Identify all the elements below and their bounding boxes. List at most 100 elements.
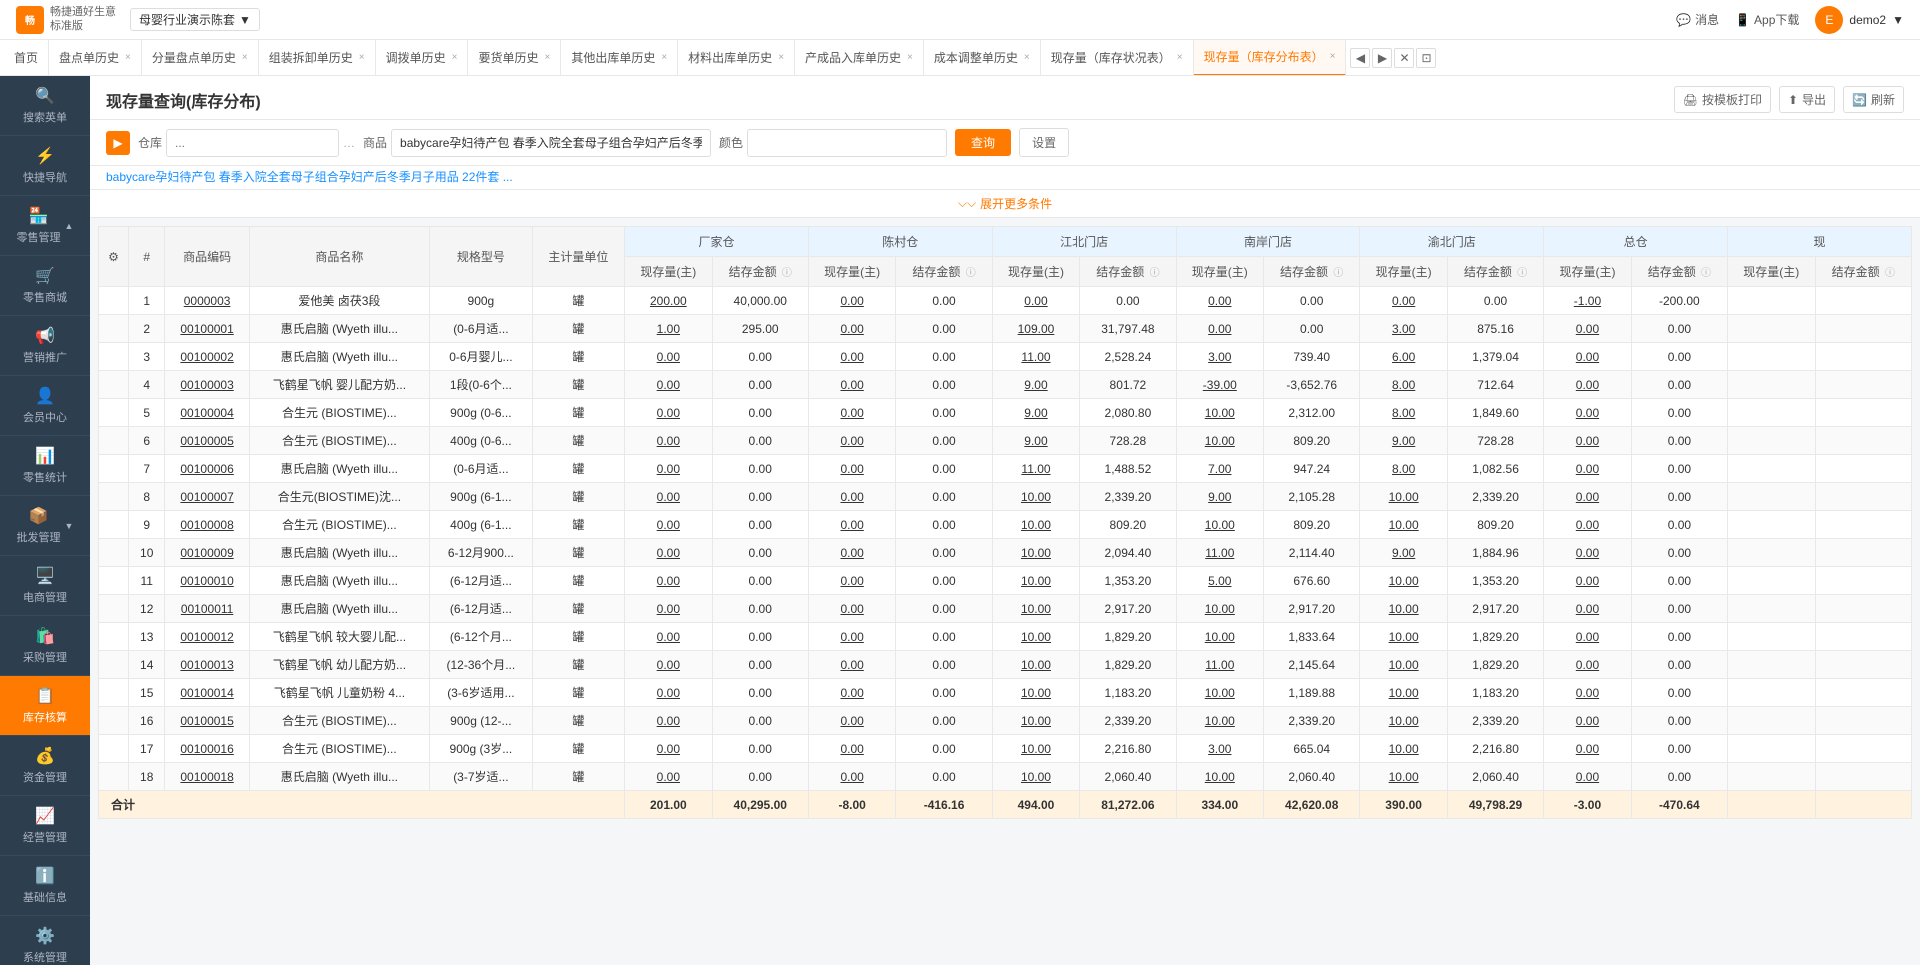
ecommerce-icon: 🖥️ — [35, 566, 55, 586]
goods-value-display: babycare孕妇待产包 春季入院全套母子组合孕妇产后冬季月子用品 22件套 … — [106, 170, 513, 184]
sidebar-item-retail-mgmt[interactable]: 🏪 零售管理 ▲ — [0, 196, 90, 256]
search-icon: 🔍 — [35, 86, 55, 106]
sidebar-item-operations[interactable]: 📈 经营管理 — [0, 796, 90, 856]
sidebar-item-finance[interactable]: 💰 资金管理 — [0, 736, 90, 796]
sidebar-item-ecommerce[interactable]: 🖥️ 电商管理 — [0, 556, 90, 616]
footer-jb-amt: 81,272.06 — [1080, 791, 1176, 819]
th-tot-amt: 结存金额 ⓘ — [1631, 257, 1727, 287]
retail-stats-icon: 📊 — [35, 446, 55, 466]
table-footer: 合计 201.00 40,295.00 -8.00 -416.16 494.00… — [99, 791, 1912, 819]
nav-arrows: ◀ ▶ ✕ ⊡ — [1346, 48, 1440, 68]
th-cur-amt: 结存金额 ⓘ — [1815, 257, 1911, 287]
th-nanan: 南岸门店 — [1176, 227, 1360, 257]
th-name: 商品名称 — [249, 227, 429, 287]
goods-filter: 商品 — [363, 129, 711, 157]
color-input[interactable] — [747, 129, 947, 157]
th-fac-amt: 结存金额 ⓘ — [712, 257, 808, 287]
user-area[interactable]: E demo2 ▼ — [1815, 6, 1904, 34]
th-jiangbei: 江北门店 — [992, 227, 1176, 257]
tab-stock-status[interactable]: 现存量（库存状况表） × — [1041, 40, 1194, 76]
marketing-icon: 📢 — [35, 326, 55, 346]
footer-cj-amt: -416.16 — [896, 791, 992, 819]
retail-mall-icon: 🛒 — [35, 266, 55, 286]
export-btn[interactable]: ⬆ 导出 — [1779, 86, 1835, 113]
footer-cj-qty: -8.00 — [808, 791, 896, 819]
sidebar-item-quick-nav[interactable]: ⚡ 快捷导航 — [0, 136, 90, 196]
expand-more-btn[interactable]: ⌵⌵ 展开更多条件 — [950, 193, 1060, 214]
tab-transfer[interactable]: 调拨单历史 × — [376, 40, 469, 76]
sidebar-item-basic-info[interactable]: ℹ️ 基础信息 — [0, 856, 90, 916]
tab-cost-adjust[interactable]: 成本调整单历史 × — [924, 40, 1041, 76]
expand-bar: ⌵⌵ 展开更多条件 — [90, 190, 1920, 218]
table-row: 6 00100005 合生元 (BIOSTIME)... 400g (0-6..… — [99, 427, 1912, 455]
filter-toggle-btn[interactable]: ▶ — [106, 131, 130, 155]
logo-text: 畅捷通好生意 标准版 — [50, 6, 116, 32]
table-row: 3 00100002 惠氏启脑 (Wyeth illu... 0-6月婴儿...… — [99, 343, 1912, 371]
nav-next[interactable]: ▶ — [1372, 48, 1392, 68]
th-chengjia: 陈村仓 — [808, 227, 992, 257]
tab-material-out[interactable]: 材料出库单历史 × — [678, 40, 795, 76]
app-download-btn[interactable]: 📱 App下载 — [1735, 11, 1799, 28]
table-row: 17 00100016 合生元 (BIOSTIME)... 900g (3岁..… — [99, 735, 1912, 763]
nav-prev[interactable]: ◀ — [1350, 48, 1370, 68]
sidebar-item-retail-stats[interactable]: 📊 零售统计 — [0, 436, 90, 496]
footer-jb-qty: 494.00 — [992, 791, 1080, 819]
sidebar-item-marketing[interactable]: 📢 营销推广 — [0, 316, 90, 376]
layout: 🔍 搜索英单 ⚡ 快捷导航 🏪 零售管理 ▲ 🛒 零售商城 📢 营销推广 👤 会… — [0, 76, 1920, 965]
industry-dropdown[interactable]: 母婴行业演示陈套 ▼ — [130, 8, 260, 31]
table-row: 11 00100010 惠氏启脑 (Wyeth illu... (6-12月适.… — [99, 567, 1912, 595]
warehouse-input[interactable] — [166, 129, 339, 157]
member-icon: 👤 — [35, 386, 55, 406]
message-btn[interactable]: 💬 消息 — [1676, 11, 1719, 28]
goods-input[interactable] — [391, 129, 711, 157]
tab-split-check[interactable]: 分量盘点单历史 × — [142, 40, 259, 76]
sidebar-item-purchase[interactable]: 🛍️ 采购管理 — [0, 616, 90, 676]
tab-product-in[interactable]: 产成品入库单历史 × — [795, 40, 924, 76]
filter-bar: ▶ 仓库 … 商品 颜色 查询 设置 — [90, 120, 1920, 166]
table-row: 8 00100007 合生元(BIOSTIME)沈... 900g (6-1..… — [99, 483, 1912, 511]
sidebar-item-search[interactable]: 🔍 搜索英单 — [0, 76, 90, 136]
tab-inventory-check[interactable]: 盘点单历史 × — [49, 40, 142, 76]
warehouse-dots[interactable]: … — [343, 136, 355, 150]
top-bar: 畅 畅捷通好生意 标准版 母婴行业演示陈套 ▼ 💬 消息 📱 App下载 E d… — [0, 0, 1920, 40]
table-row: 5 00100004 合生元 (BIOSTIME)... 900g (0-6..… — [99, 399, 1912, 427]
tab-stock-dist[interactable]: 现存量（库存分布表） × — [1194, 40, 1347, 76]
table-row: 7 00100006 惠氏启脑 (Wyeth illu... (0-6月适...… — [99, 455, 1912, 483]
th-factory: 厂家仓 — [625, 227, 809, 257]
tab-assembly[interactable]: 组装拆卸单历史 × — [259, 40, 376, 76]
page-title: 现存量查询(库存分布) — [106, 88, 261, 112]
th-fac-qty: 现存量(主) — [625, 257, 713, 287]
sidebar-item-retail-mall[interactable]: 🛒 零售商城 — [0, 256, 90, 316]
nav-expand[interactable]: ⊡ — [1416, 48, 1436, 68]
th-cj-amt: 结存金额 ⓘ — [896, 257, 992, 287]
refresh-btn[interactable]: 🔄 刷新 — [1843, 86, 1904, 113]
tab-other-out[interactable]: 其他出库单历史 × — [561, 40, 678, 76]
tab-home[interactable]: 首页 — [4, 40, 49, 76]
page-header-actions: 🖨 按模板打印 ⬆ 导出 🔄 刷新 — [1674, 86, 1904, 113]
sidebar-item-member[interactable]: 👤 会员中心 — [0, 376, 90, 436]
top-bar-right: 💬 消息 📱 App下载 E demo2 ▼ — [1676, 6, 1904, 34]
print-btn[interactable]: 🖨 按模板打印 — [1674, 86, 1771, 113]
setting-button[interactable]: 设置 — [1019, 128, 1069, 157]
retail-mgmt-icon: 🏪 — [29, 206, 49, 226]
table-row: 1 0000003 爱他美 卤茯3段 900g 罐 200.00 40,000.… — [99, 287, 1912, 315]
goods-display-bar: babycare孕妇待产包 春季入院全套母子组合孕妇产后冬季月子用品 22件套 … — [90, 166, 1920, 190]
footer-label: 合计 — [99, 791, 625, 819]
th-code: 商品编码 — [165, 227, 249, 287]
table-container[interactable]: ⚙ # 商品编码 商品名称 规格型号 主计量单位 厂家仓 陈村仓 江北门店 南岸… — [90, 218, 1920, 965]
sidebar-item-wholesale[interactable]: 📦 批发管理 ▼ — [0, 496, 90, 556]
system-icon: ⚙️ — [35, 926, 55, 946]
logo-icon: 畅 — [16, 6, 44, 34]
sidebar-item-inventory[interactable]: 📋 库存核算 — [0, 676, 90, 736]
page-header: 现存量查询(库存分布) 🖨 按模板打印 ⬆ 导出 🔄 刷新 — [90, 76, 1920, 120]
table-row: 18 00100018 惠氏启脑 (Wyeth illu... (3-7岁适..… — [99, 763, 1912, 791]
search-button[interactable]: 查询 — [955, 129, 1011, 156]
th-unit: 主计量单位 — [532, 227, 624, 287]
sidebar-item-system[interactable]: ⚙️ 系统管理 — [0, 916, 90, 965]
tab-requisition[interactable]: 要货单历史 × — [468, 40, 561, 76]
inventory-icon: 📋 — [35, 686, 55, 706]
finance-icon: 💰 — [35, 746, 55, 766]
th-gear[interactable]: ⚙ — [99, 227, 129, 287]
color-filter: 颜色 — [719, 129, 947, 157]
nav-close-current[interactable]: ✕ — [1394, 48, 1414, 68]
